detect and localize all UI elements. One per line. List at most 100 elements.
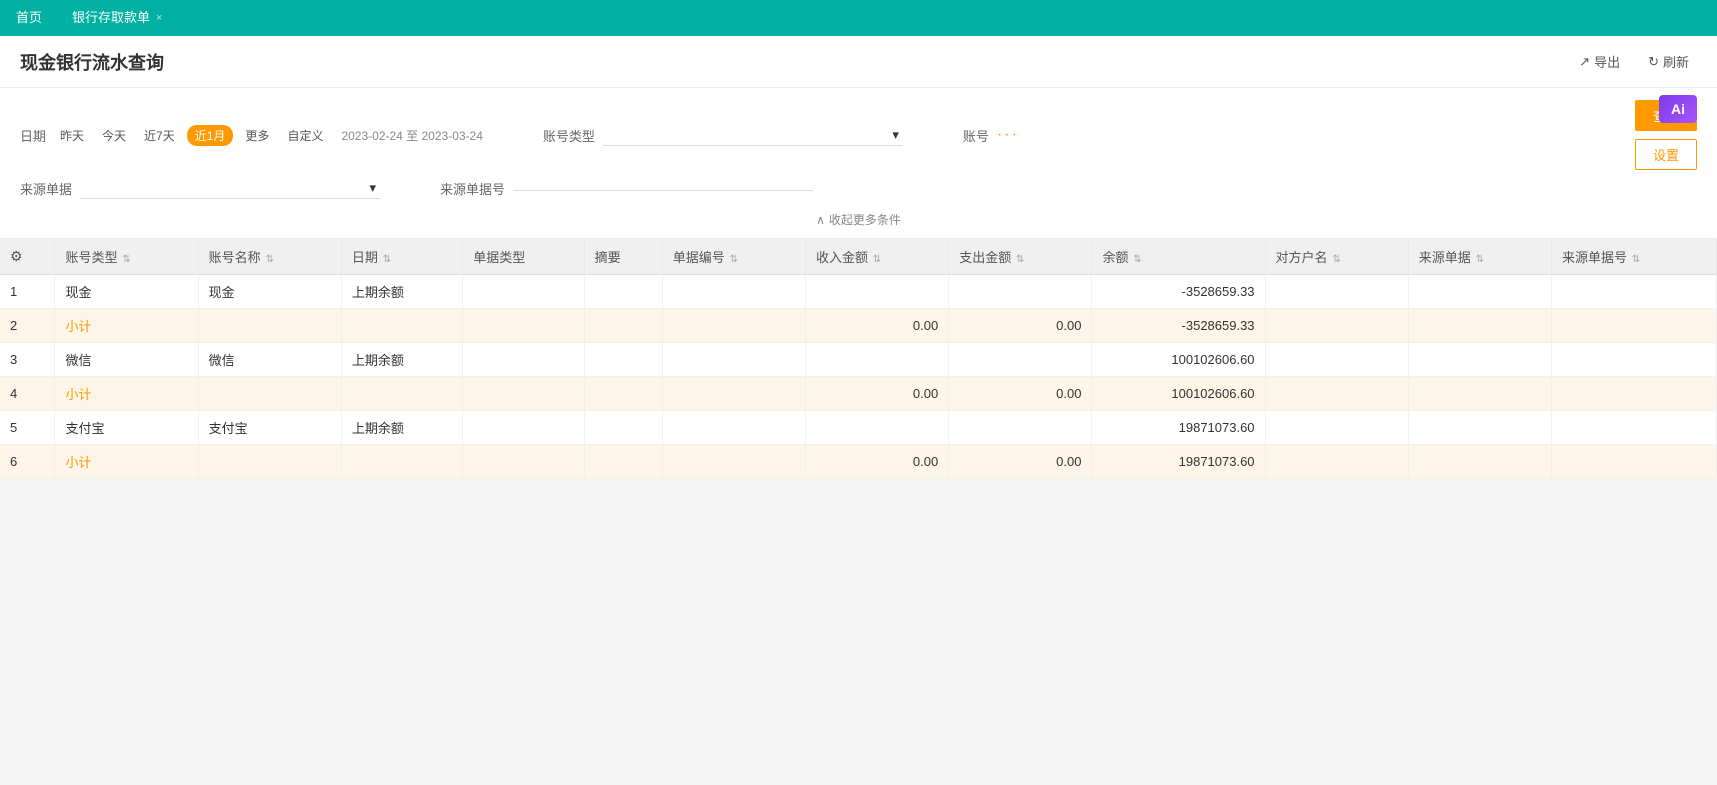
sort-icon: ⇅ [1473, 254, 1484, 265]
date-btn-近7天[interactable]: 近7天 [138, 125, 181, 146]
cell-index: 3 [0, 343, 55, 377]
cell-account_type: 微信 [55, 343, 198, 377]
date-btn-昨天[interactable]: 昨天 [54, 125, 90, 146]
page-header: 现金银行流水查询 ↗ 导出 ↻ 刷新 [0, 36, 1717, 88]
account-dots[interactable]: ··· [997, 126, 1019, 144]
sort-icon: ⇅ [1130, 254, 1141, 265]
col-header-date[interactable]: 日期 ⇅ [341, 239, 462, 275]
cell-date: 上期余额 [341, 411, 462, 445]
source-doc-select[interactable]: ▾ [80, 178, 380, 199]
cell-counterpart [1265, 309, 1408, 343]
cell-source_doc_no [1552, 309, 1717, 343]
cell-balance: -3528659.33 [1092, 309, 1265, 343]
col-header-source_doc_no[interactable]: 来源单据号 ⇅ [1552, 239, 1717, 275]
cell-income: 0.00 [805, 377, 948, 411]
cell-account_name [198, 445, 341, 479]
col-header-account_name[interactable]: 账号名称 ⇅ [198, 239, 341, 275]
account-group: 账号 ··· [963, 126, 1019, 145]
export-label: 导出 [1594, 52, 1620, 71]
table-settings-icon[interactable]: ⚙ [10, 248, 23, 264]
cell-doc_no [662, 445, 805, 479]
table-body: 1现金现金上期余额-3528659.332小计0.000.00-3528659.… [0, 275, 1717, 479]
header-actions: ↗ 导出 ↻ 刷新 [1571, 48, 1697, 75]
nav-home[interactable]: 首页 [0, 0, 58, 36]
date-btn-自定义[interactable]: 自定义 [281, 125, 329, 146]
account-label: 账号 [963, 126, 989, 145]
refresh-icon: ↻ [1648, 54, 1659, 70]
nav-tab-银行存取款单[interactable]: 银行存取款单× [58, 0, 202, 36]
cell-source_doc [1408, 411, 1551, 445]
cell-source_doc [1408, 309, 1551, 343]
table-container: ⚙账号类型 ⇅账号名称 ⇅日期 ⇅单据类型摘要单据编号 ⇅收入金额 ⇅支出金额 … [0, 239, 1717, 479]
cell-account_type: 小计 [55, 309, 198, 343]
cell-date: 上期余额 [341, 343, 462, 377]
sort-icon: ⇅ [1629, 254, 1640, 265]
data-table: ⚙账号类型 ⇅账号名称 ⇅日期 ⇅单据类型摘要单据编号 ⇅收入金额 ⇅支出金额 … [0, 239, 1717, 479]
cell-summary [584, 275, 662, 309]
account-type-label: 账号类型 [543, 126, 595, 145]
cell-balance: 19871073.60 [1092, 411, 1265, 445]
account-type-select[interactable]: ▾ [603, 125, 903, 146]
cell-doc_no [662, 275, 805, 309]
cell-source_doc [1408, 275, 1551, 309]
cell-summary [584, 445, 662, 479]
cell-doc_no [662, 309, 805, 343]
cell-date: 上期余额 [341, 275, 462, 309]
date-btn-今天[interactable]: 今天 [96, 125, 132, 146]
col-header-income[interactable]: 收入金额 ⇅ [805, 239, 948, 275]
cell-source_doc_no [1552, 445, 1717, 479]
cell-income [805, 411, 948, 445]
cell-index: 4 [0, 377, 55, 411]
date-btn-更多[interactable]: 更多 [239, 125, 275, 146]
cell-doc_type [463, 411, 584, 445]
col-header-doc_no[interactable]: 单据编号 ⇅ [662, 239, 805, 275]
settings-button[interactable]: 设置 [1635, 139, 1697, 170]
date-btn-近1月[interactable]: 近1月 [187, 125, 234, 146]
col-header-settings: ⚙ [0, 239, 55, 275]
cell-balance: 100102606.60 [1092, 377, 1265, 411]
cell-index: 5 [0, 411, 55, 445]
close-icon[interactable]: × [156, 0, 162, 36]
cell-income: 0.00 [805, 309, 948, 343]
cell-source_doc [1408, 377, 1551, 411]
export-icon: ↗ [1579, 54, 1590, 70]
sort-icon: ⇅ [1330, 254, 1341, 265]
cell-date [341, 377, 462, 411]
date-filter-group: 日期 昨天今天近7天近1月更多自定义 2023-02-24 至 2023-03-… [20, 125, 483, 146]
collapse-button[interactable]: ∧ 收起更多条件 [816, 211, 901, 228]
cell-doc_type [463, 309, 584, 343]
export-button[interactable]: ↗ 导出 [1571, 48, 1628, 75]
cell-doc_no [662, 343, 805, 377]
cell-expense: 0.00 [949, 377, 1092, 411]
cell-expense: 0.00 [949, 445, 1092, 479]
col-header-expense[interactable]: 支出金额 ⇅ [949, 239, 1092, 275]
table-row: 2小计0.000.00-3528659.33 [0, 309, 1717, 343]
col-header-counterpart[interactable]: 对方户名 ⇅ [1265, 239, 1408, 275]
date-label: 日期 [20, 126, 46, 145]
cell-summary [584, 411, 662, 445]
ai-badge[interactable]: Ai [1659, 95, 1697, 123]
source-doc-group: 来源单据 ▾ [20, 178, 380, 199]
collapse-label: 收起更多条件 [829, 211, 901, 228]
cell-summary [584, 377, 662, 411]
col-header-account_type[interactable]: 账号类型 ⇅ [55, 239, 198, 275]
cell-account_name: 支付宝 [198, 411, 341, 445]
cell-expense [949, 411, 1092, 445]
source-doc-no-input[interactable] [513, 186, 813, 191]
source-doc-chevron-icon: ▾ [369, 180, 376, 196]
chevron-down-icon: ▾ [892, 127, 899, 143]
refresh-label: 刷新 [1663, 52, 1689, 71]
refresh-button[interactable]: ↻ 刷新 [1640, 48, 1697, 75]
cell-counterpart [1265, 411, 1408, 445]
cell-doc_no [662, 377, 805, 411]
col-header-balance[interactable]: 余额 ⇅ [1092, 239, 1265, 275]
sort-icon: ⇅ [727, 254, 738, 265]
collapse-row: ∧ 收起更多条件 [20, 207, 1697, 230]
col-header-source_doc[interactable]: 来源单据 ⇅ [1408, 239, 1551, 275]
table-row: 5支付宝支付宝上期余额19871073.60 [0, 411, 1717, 445]
cell-source_doc_no [1552, 411, 1717, 445]
date-range: 2023-02-24 至 2023-03-24 [341, 127, 482, 144]
source-doc-no-group: 来源单据号 [440, 179, 813, 198]
cell-balance: 100102606.60 [1092, 343, 1265, 377]
cell-income [805, 275, 948, 309]
